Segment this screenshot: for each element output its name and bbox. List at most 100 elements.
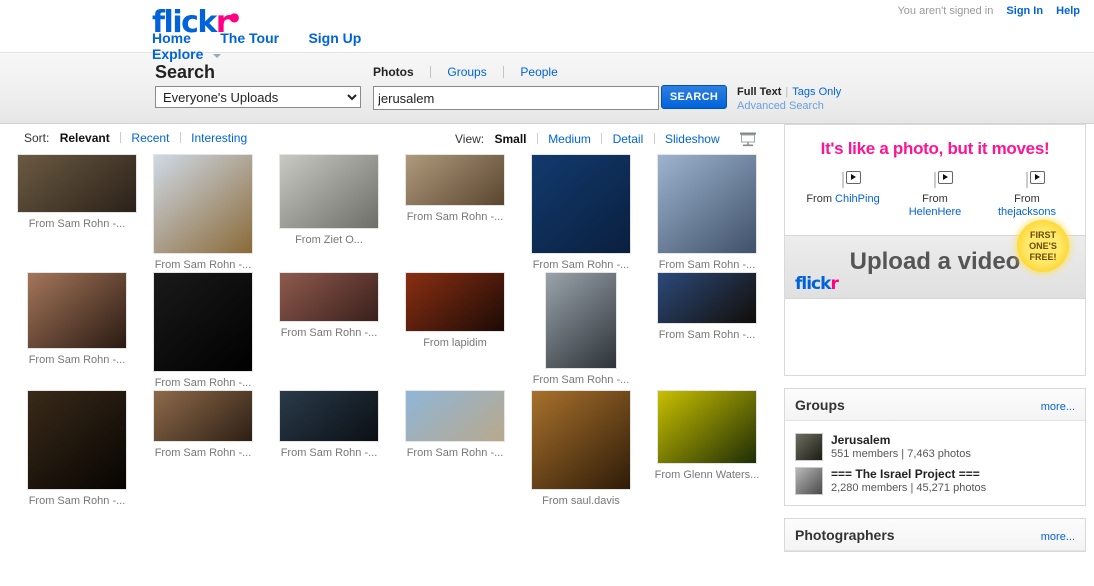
photo-thumbnail[interactable] [153, 272, 253, 372]
tab-divider [430, 66, 432, 78]
photo-caption[interactable]: From Sam Rohn -... [392, 211, 518, 224]
photo-caption[interactable]: From saul.davis [518, 495, 644, 508]
photo-thumbnail[interactable] [279, 154, 379, 229]
group-meta: 551 members | 7,463 photos [831, 448, 971, 460]
nav-explore[interactable]: Explore [152, 46, 203, 62]
photo-result: From Sam Rohn -... [266, 390, 392, 460]
photo-caption[interactable]: From Sam Rohn -... [644, 259, 770, 272]
view-slideshow[interactable]: Slideshow [658, 132, 727, 146]
group-list-item[interactable]: Jerusalem 551 members | 7,463 photos [795, 433, 1075, 461]
photo-caption[interactable]: From Sam Rohn -... [140, 259, 266, 272]
tab-photos[interactable]: Photos [373, 65, 427, 79]
help-link[interactable]: Help [1056, 5, 1080, 17]
search-band: Search Everyone's Uploads Photos Groups … [0, 52, 1094, 124]
view-small[interactable]: Small [487, 132, 533, 146]
view-controls: View: Small Medium Detail Slideshow [455, 131, 757, 150]
chevron-down-icon[interactable] [212, 53, 221, 58]
search-scope-select[interactable]: Everyone's Uploads [155, 86, 361, 108]
photo-thumbnail[interactable] [27, 272, 127, 349]
photo-thumbnail[interactable] [545, 272, 617, 369]
photo-caption[interactable]: From Sam Rohn -... [392, 447, 518, 460]
search-type-tabs: Photos Groups People [373, 65, 571, 79]
photo-caption[interactable]: From Sam Rohn -... [266, 447, 392, 460]
photo-thumbnail[interactable] [279, 390, 379, 442]
photo-thumbnail[interactable] [153, 154, 253, 254]
photo-thumbnail-wrap [266, 272, 392, 322]
flickr-logo[interactable]: flickr● [152, 8, 240, 38]
group-avatar [795, 467, 823, 495]
view-detail[interactable]: Detail [606, 132, 651, 146]
photo-caption[interactable]: From Ziet O... [266, 234, 392, 247]
sort-relevant[interactable]: Relevant [53, 131, 117, 145]
photo-grid-row: From Sam Rohn -... From Sam Rohn -... From… [14, 272, 780, 390]
photo-caption[interactable]: From Sam Rohn -... [518, 259, 644, 272]
photo-caption[interactable]: From Sam Rohn -... [644, 329, 770, 342]
photo-caption[interactable]: From Sam Rohn -... [14, 218, 140, 231]
photo-caption[interactable]: From lapidim [392, 337, 518, 350]
group-list-item[interactable]: === The Israel Project === 2,280 members … [795, 467, 1075, 495]
photo-thumbnail[interactable] [405, 272, 505, 332]
photo-thumbnail[interactable] [657, 272, 757, 324]
upload-logo-flick: flick [795, 274, 831, 294]
groups-panel: Groups more... Jerusalem 551 members | 7,… [784, 388, 1086, 506]
photographers-more-link[interactable]: more... [1041, 531, 1075, 543]
photo-caption[interactable]: From Glenn Waters... [644, 469, 770, 482]
search-button[interactable]: SEARCH [661, 85, 727, 109]
tags-only-option[interactable]: Tags Only [792, 86, 841, 98]
photo-thumbnail-wrap [644, 390, 770, 464]
search-input[interactable] [373, 86, 659, 110]
photo-result: From Sam Rohn -... [140, 154, 266, 272]
photo-caption[interactable]: From Sam Rohn -... [140, 447, 266, 460]
upload-video-banner[interactable]: Upload a video flickr FIRST ONE'S FREE! [785, 220, 1085, 299]
advanced-search-link[interactable]: Advanced Search [737, 100, 824, 112]
photo-thumbnail-wrap [266, 390, 392, 442]
photo-thumbnail[interactable] [279, 272, 379, 322]
photographers-panel: Photographers more... [784, 518, 1086, 552]
video-thumbnail[interactable] [1026, 171, 1045, 188]
photo-caption[interactable]: From Sam Rohn -... [140, 377, 266, 390]
photo-result: From Ziet O... [266, 154, 392, 247]
photo-caption[interactable]: From Sam Rohn -... [518, 374, 644, 387]
photo-thumbnail-wrap [392, 272, 518, 332]
photo-thumbnail-wrap [14, 272, 140, 349]
group-name[interactable]: === The Israel Project === [831, 467, 986, 481]
photo-thumbnail[interactable] [657, 154, 757, 254]
full-text-option[interactable]: Full Text [737, 86, 781, 98]
groups-title: Groups [795, 397, 845, 413]
video-promo-item: From HelenHere [896, 171, 974, 219]
photo-result: From Sam Rohn -... [14, 272, 140, 367]
photo-thumbnail[interactable] [531, 154, 631, 254]
signin-strip: You aren't signed in Sign In Help [897, 5, 1080, 17]
video-thumbnail[interactable] [934, 171, 953, 188]
control-divider [120, 132, 122, 143]
sort-label: Sort: [24, 131, 50, 145]
photo-result: From Sam Rohn -... [392, 390, 518, 460]
photo-thumbnail[interactable] [657, 390, 757, 464]
photo-thumbnail[interactable] [17, 154, 137, 213]
tab-groups[interactable]: Groups [434, 65, 499, 79]
sort-recent[interactable]: Recent [124, 131, 176, 145]
video-thumbnail[interactable] [842, 171, 861, 188]
video-author-link[interactable]: ChihPing [835, 193, 880, 205]
photo-thumbnail[interactable] [27, 390, 127, 490]
tab-people[interactable]: People [507, 65, 570, 79]
video-author-link[interactable]: HelenHere [909, 206, 962, 218]
photo-thumbnail[interactable] [531, 390, 631, 490]
photo-thumbnail-wrap [14, 390, 140, 490]
photo-thumbnail[interactable] [405, 390, 505, 442]
view-label: View: [455, 132, 485, 146]
photo-caption[interactable]: From Sam Rohn -... [14, 495, 140, 508]
group-name[interactable]: Jerusalem [831, 433, 971, 447]
photo-caption[interactable]: From Sam Rohn -... [14, 354, 140, 367]
photo-thumbnail[interactable] [153, 390, 253, 442]
view-medium[interactable]: Medium [541, 132, 598, 146]
sign-in-link[interactable]: Sign In [1006, 5, 1043, 17]
video-author-link[interactable]: thejacksons [998, 206, 1056, 218]
search-heading: Search [155, 62, 216, 82]
photo-caption[interactable]: From Sam Rohn -... [266, 327, 392, 340]
nav-sign-up[interactable]: Sign Up [308, 30, 361, 46]
photo-thumbnail[interactable] [405, 154, 505, 206]
projector-icon[interactable] [739, 131, 757, 150]
groups-more-link[interactable]: more... [1041, 401, 1075, 413]
sort-interesting[interactable]: Interesting [184, 131, 254, 145]
